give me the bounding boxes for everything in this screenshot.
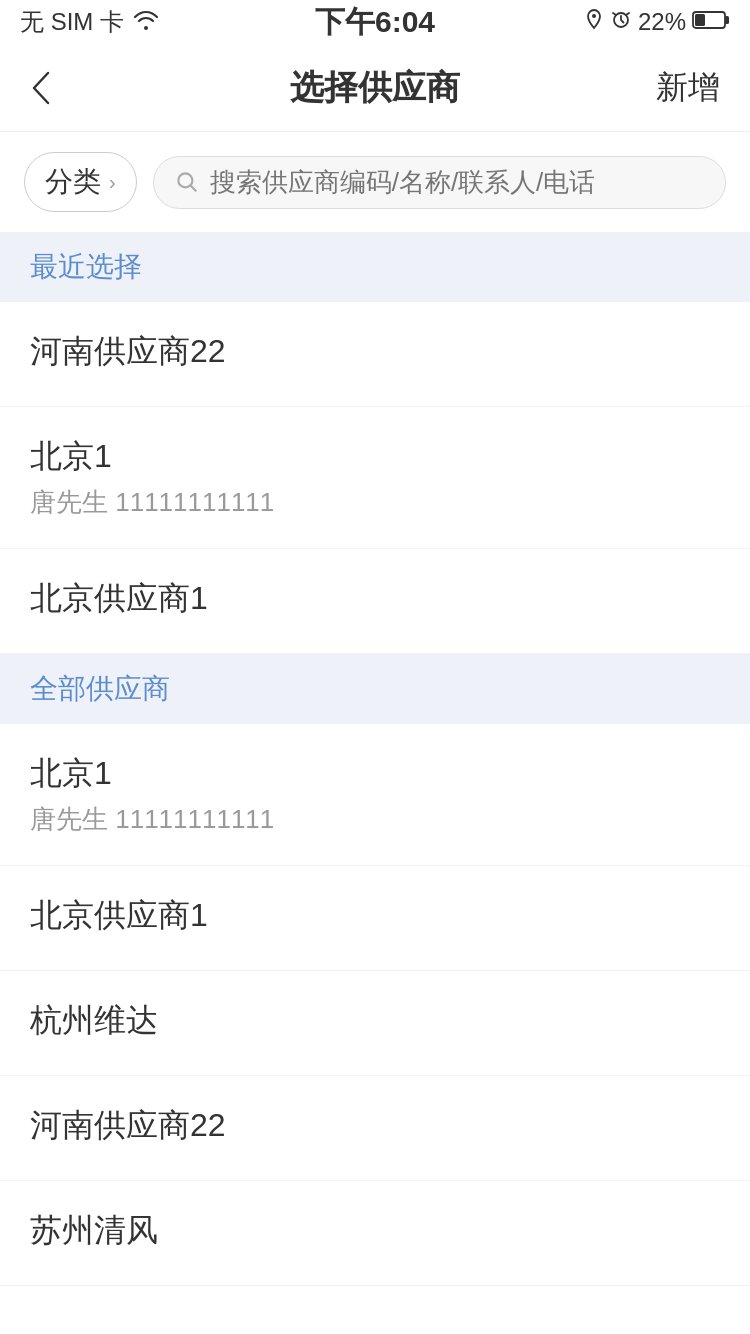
svg-rect-3 [725,16,729,24]
svg-rect-4 [695,14,705,26]
list-item[interactable]: 北京供应商1 [0,866,750,971]
item-name: 北京供应商1 [30,894,720,938]
category-label: 分类 [45,163,101,201]
recent-section-header: 最近选择 [0,232,750,302]
item-name: 北京1 [30,435,720,479]
item-name: 杭州维达 [30,999,720,1043]
item-sub: 唐先生 11111111111 [30,485,720,520]
status-bar: 无 SIM 卡 下午6:04 22% [0,0,750,44]
list-item[interactable]: 北京1 唐先生 11111111111 [0,407,750,549]
list-item[interactable]: 北京1 唐先生 11111111111 [0,724,750,866]
category-filter-button[interactable]: 分类 › [24,152,137,212]
item-name: 河南供应商22 [30,330,720,374]
search-box[interactable] [153,156,726,209]
item-name: 苏州清风 [30,1209,720,1253]
status-left: 无 SIM 卡 [20,6,160,38]
item-sub: 唐先生 11111111111 [30,802,720,837]
nav-bar: 选择供应商 新增 [0,44,750,132]
recent-label: 最近选择 [30,251,142,282]
list-item[interactable]: 北京供应商1 [0,549,750,654]
page-title: 选择供应商 [290,65,460,111]
list-item[interactable]: 河南供应商22 [0,1076,750,1181]
item-name: 河南供应商22 [30,1104,720,1148]
wifi-icon [132,8,160,36]
battery-icon [692,8,730,36]
add-supplier-button[interactable]: 新增 [656,66,720,110]
all-section-header: 全部供应商 [0,654,750,724]
search-icon [174,169,200,195]
location-icon [584,8,604,36]
status-right: 22% [584,8,730,36]
search-input[interactable] [210,167,705,198]
all-label: 全部供应商 [30,673,170,704]
battery-label: 22% [638,8,686,36]
item-name: 北京供应商1 [30,577,720,621]
status-time: 下午6:04 [315,2,435,43]
filter-bar: 分类 › [0,132,750,232]
all-items-list: 北京1 唐先生 11111111111 北京供应商1 杭州维达河南供应商22 苏州清风 [0,724,750,1286]
list-item[interactable]: 杭州维达 [0,971,750,1076]
item-name: 北京1 [30,752,720,796]
list-item[interactable]: 苏州清风 [0,1181,750,1286]
list-item[interactable]: 河南供应商22 [0,302,750,407]
carrier-label: 无 SIM 卡 [20,6,124,38]
alarm-icon [610,8,632,36]
recent-items-list: 河南供应商22 北京1 唐先生 11111111111 北京供应商1 [0,302,750,654]
back-button[interactable] [30,69,90,107]
chevron-right-icon: › [109,171,116,194]
svg-point-0 [592,14,596,18]
